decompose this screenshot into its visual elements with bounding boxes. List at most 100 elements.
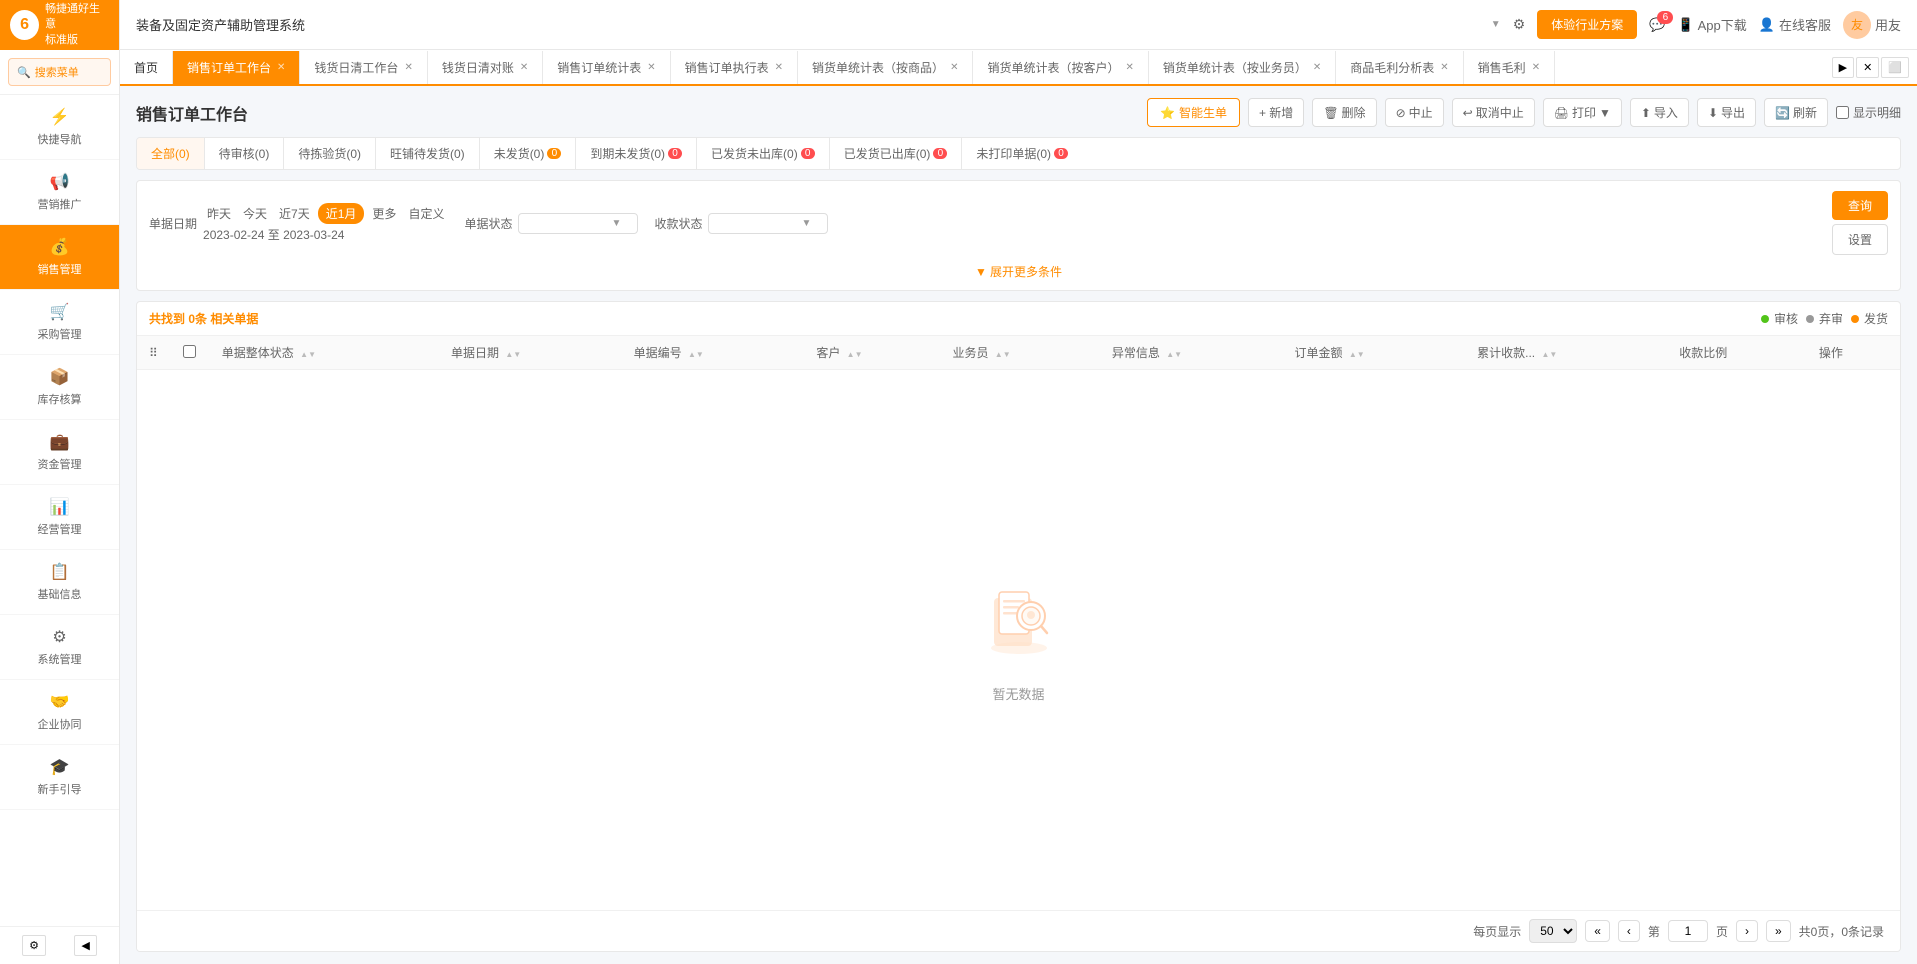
status-dropdown[interactable]: ▼ — [518, 213, 638, 234]
filter-tab-pending-inspection[interactable]: 待拣验货(0) — [284, 138, 376, 169]
smart-gen-button[interactable]: ⭐ 智能生单 — [1147, 98, 1240, 127]
avatar: 友 — [1843, 11, 1871, 39]
tab-product-margin[interactable]: 商品毛利分析表✕ — [1336, 51, 1463, 84]
filter-tab-not-printed[interactable]: 未打印单据(0)0 — [962, 138, 1082, 169]
sidebar-item-purchase[interactable]: 🛒采购管理 — [0, 290, 119, 355]
tab-sales-stats-by-product[interactable]: 销货单统计表（按商品） ✕ — [798, 51, 973, 84]
expand-conditions-button[interactable]: ▼ 展开更多条件 — [975, 263, 1062, 280]
sort-customer-icon[interactable]: ▲▼ — [847, 350, 863, 359]
last-page-button[interactable]: » — [1766, 920, 1791, 942]
sidebar-item-finance[interactable]: 💼资金管理 — [0, 420, 119, 485]
sidebar-item-guide[interactable]: 🎓新手引导 — [0, 745, 119, 810]
table-action-review[interactable]: 审核 — [1761, 310, 1798, 327]
tab-close-cash-daily[interactable]: ✕ — [404, 62, 412, 73]
message-button[interactable]: 💬 💬 6 — [1649, 17, 1665, 33]
next-page-button[interactable]: › — [1736, 920, 1758, 942]
date-btn-自定义[interactable]: 自定义 — [404, 203, 448, 224]
sort-staff-icon[interactable]: ▲▼ — [995, 350, 1011, 359]
search-menu-button[interactable]: 🔍 搜索菜单 — [8, 58, 111, 86]
tab-home[interactable]: 首页 — [120, 51, 173, 84]
date-btn-更多[interactable]: 更多 — [368, 203, 400, 224]
system-dropdown-arrow[interactable]: ▼ — [1491, 19, 1501, 30]
cancel-stop-button[interactable]: ↩ 取消中止 — [1452, 98, 1535, 127]
settings-footer-button[interactable]: ⚙ — [22, 935, 46, 956]
export-button[interactable]: ⬇ 导出 — [1697, 98, 1756, 127]
sidebar-item-quick-nav[interactable]: ⚡快捷导航 — [0, 95, 119, 160]
date-btn-近1月[interactable]: 近1月 — [318, 203, 365, 224]
tab-more-button[interactable]: ▶ — [1832, 57, 1854, 78]
tab-close-all-button[interactable]: ✕ — [1856, 57, 1879, 78]
sort-status-icon[interactable]: ▲▼ — [300, 350, 316, 359]
tab-close-sales-order-exec[interactable]: ✕ — [775, 62, 783, 73]
sort-number-icon[interactable]: ▲▼ — [688, 350, 704, 359]
filter-tab-not-shipped[interactable]: 未发货(0)0 — [480, 138, 577, 169]
show-detail-checkbox[interactable] — [1836, 106, 1849, 119]
print-button[interactable]: 🖨 打印 ▼ — [1543, 98, 1622, 127]
tab-label-sales-stats-by-product: 销货单统计表（按商品） — [812, 59, 944, 76]
filter-tab-pending-review[interactable]: 待审核(0) — [205, 138, 285, 169]
sidebar-item-enterprise[interactable]: 🤝企业协同 — [0, 680, 119, 745]
data-table: ⠿ 单据整体状态 ▲▼ 单据日期 ▲▼ — [137, 336, 1900, 370]
first-page-button[interactable]: « — [1585, 920, 1610, 942]
sidebar-item-operations[interactable]: 📊经营管理 — [0, 485, 119, 550]
tab-close-sales-stats-by-product[interactable]: ✕ — [950, 62, 958, 73]
import-button[interactable]: ⬆ 导入 — [1630, 98, 1689, 127]
sort-abnormal-icon[interactable]: ▲▼ — [1166, 350, 1182, 359]
tab-close-product-margin[interactable]: ✕ — [1440, 62, 1448, 73]
tab-sales-stats-by-customer[interactable]: 销货单统计表（按客户）✕ — [973, 51, 1148, 84]
table-action-ship[interactable]: 发货 — [1851, 310, 1888, 327]
add-button[interactable]: + 新增 — [1248, 98, 1304, 127]
tab-cash-daily[interactable]: 钱货日清工作台✕ — [300, 51, 427, 84]
filter-tab-overdue-not-shipped[interactable]: 到期未发货(0)0 — [576, 138, 697, 169]
tab-sales-order-workspace[interactable]: 销售订单工作台✕ — [173, 51, 300, 84]
tab-sales-order-exec[interactable]: 销售订单执行表✕ — [671, 51, 798, 84]
tab-close-sales-order-workspace[interactable]: ✕ — [277, 62, 285, 73]
prev-page-button[interactable]: ‹ — [1618, 920, 1640, 942]
filter-tab-shipped-not-out[interactable]: 已发货未出库(0)0 — [697, 138, 830, 169]
online-service-button[interactable]: 👤 在线客服 — [1759, 15, 1831, 34]
tab-close-cash-reconcile[interactable]: ✕ — [520, 62, 528, 73]
date-btn-今天[interactable]: 今天 — [239, 203, 271, 224]
tab-sales-profit[interactable]: 销售毛利✕ — [1464, 51, 1555, 84]
tab-close-sales-stats-by-staff[interactable]: ✕ — [1313, 62, 1321, 73]
tab-close-sales-order-stats[interactable]: ✕ — [647, 62, 655, 73]
tab-close-sales-stats-by-customer[interactable]: ✕ — [1125, 62, 1133, 73]
table-action-cancel-review[interactable]: 弃审 — [1806, 310, 1843, 327]
user-info[interactable]: 友 用友 — [1843, 11, 1901, 39]
tab-sales-order-stats[interactable]: 销售订单统计表✕ — [543, 51, 670, 84]
refresh-button[interactable]: 🔄 刷新 — [1764, 98, 1828, 127]
tab-sales-stats-by-staff[interactable]: 销货单统计表（按业务员）✕ — [1149, 51, 1336, 84]
show-detail-checkbox-label[interactable]: 显示明细 — [1836, 104, 1901, 121]
message-badge: 6 — [1657, 11, 1673, 24]
select-all-checkbox[interactable] — [183, 345, 196, 358]
query-button[interactable]: 查询 — [1832, 191, 1888, 220]
payment-dropdown[interactable]: ▼ — [708, 213, 828, 234]
app-download-button[interactable]: 📱 App下载 — [1677, 15, 1746, 34]
sidebar-item-marketing[interactable]: 📢营销推广 — [0, 160, 119, 225]
delete-button[interactable]: 🗑 删除 — [1312, 98, 1376, 127]
tab-maximize-button[interactable]: ⬜ — [1881, 57, 1909, 78]
page-size-select[interactable]: 50 — [1529, 919, 1577, 943]
filter-tab-wangpu-shipping[interactable]: 旺铺待发货(0) — [376, 138, 480, 169]
table-scroll-area[interactable]: ⠿ 单据整体状态 ▲▼ 单据日期 ▲▼ — [137, 336, 1900, 370]
tab-cash-reconcile[interactable]: 钱货日清对账✕ — [428, 51, 543, 84]
stop-button[interactable]: ⊘ 中止 — [1385, 98, 1444, 127]
collapse-sidebar-button[interactable]: ◀ — [74, 935, 96, 956]
filter-tab-shipped-out[interactable]: 已发货已出库(0)0 — [830, 138, 963, 169]
sidebar-item-system[interactable]: ⚙系统管理 — [0, 615, 119, 680]
sort-collected-icon[interactable]: ▲▼ — [1542, 350, 1558, 359]
filter-tab-all[interactable]: 全部(0) — [137, 138, 205, 169]
experience-button[interactable]: 体验行业方案 — [1537, 10, 1637, 39]
tab-close-sales-profit[interactable]: ✕ — [1532, 62, 1540, 73]
page-input[interactable] — [1668, 920, 1708, 942]
date-btn-昨天[interactable]: 昨天 — [203, 203, 235, 224]
sidebar-item-inventory[interactable]: 📦库存核算 — [0, 355, 119, 420]
settings-gear-icon[interactable]: ⚙ — [1513, 16, 1526, 33]
settings-button[interactable]: 设置 — [1832, 224, 1888, 255]
sidebar-item-base-info[interactable]: 📋基础信息 — [0, 550, 119, 615]
drag-icon: ⠿ — [149, 346, 158, 360]
sort-amount-icon[interactable]: ▲▼ — [1349, 350, 1365, 359]
sidebar-item-sales[interactable]: 💰销售管理 — [0, 225, 119, 290]
sort-date-icon[interactable]: ▲▼ — [505, 350, 521, 359]
date-btn-近7天[interactable]: 近7天 — [275, 203, 314, 224]
